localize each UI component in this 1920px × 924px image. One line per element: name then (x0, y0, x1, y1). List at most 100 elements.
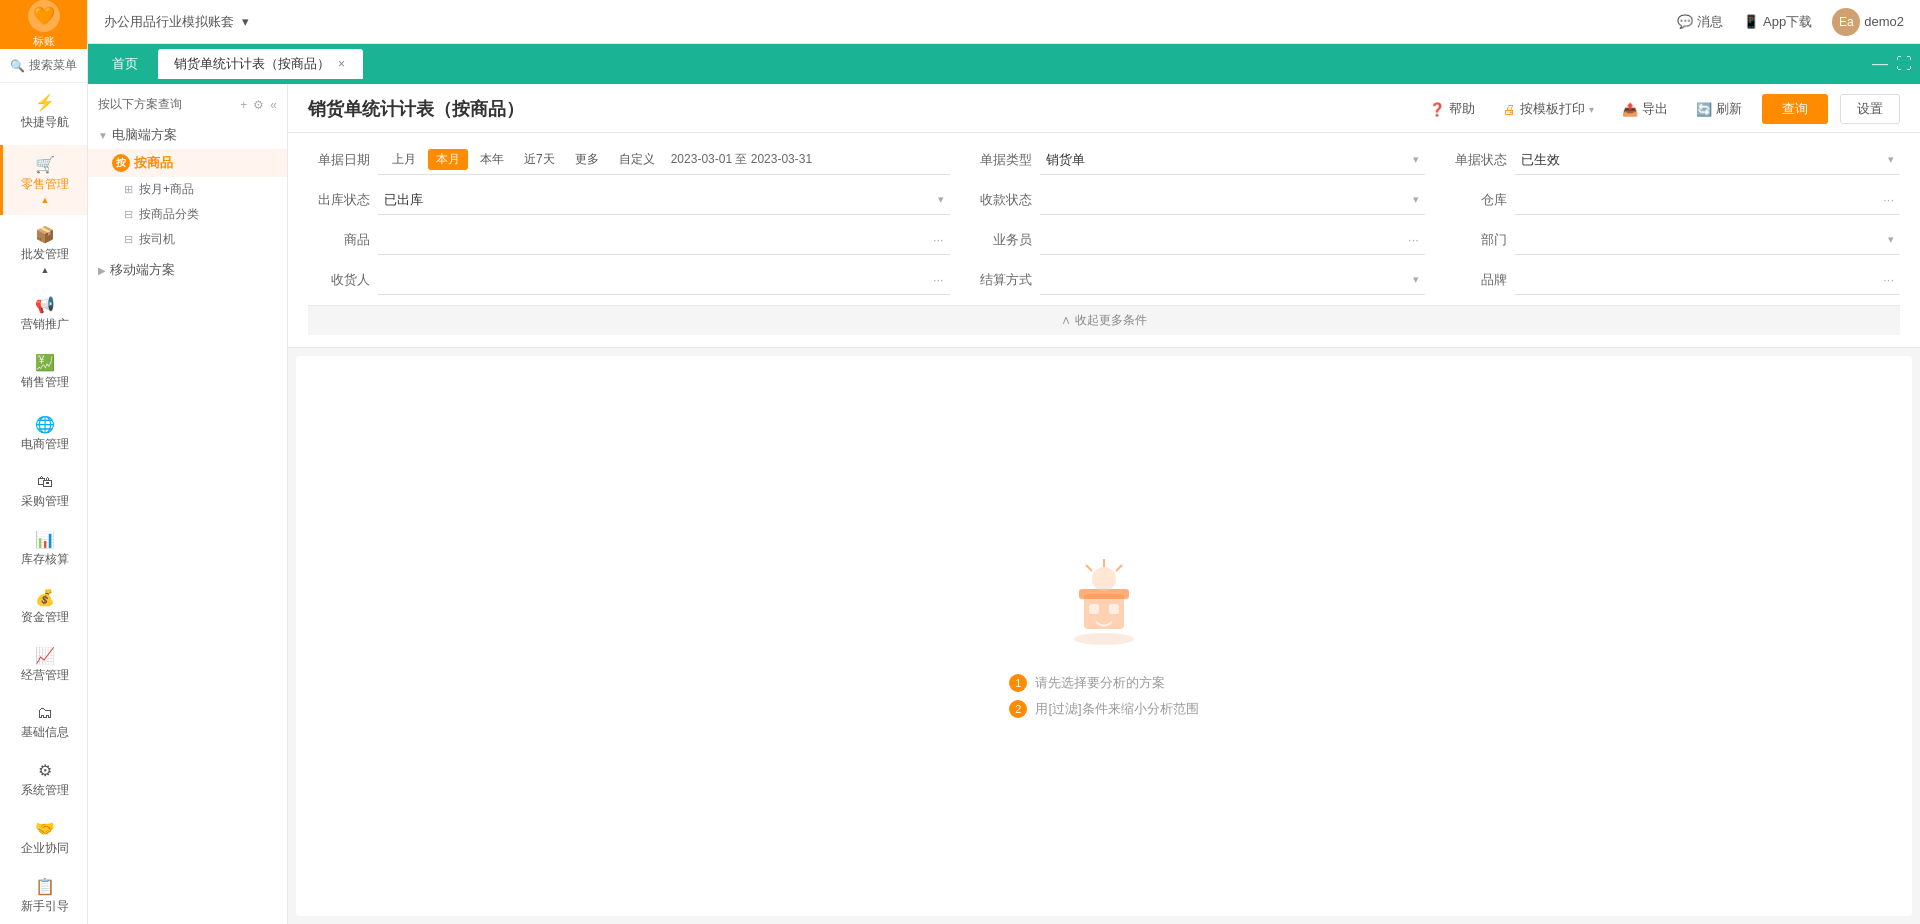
header-app-download[interactable]: 📱 App下载 (1743, 13, 1812, 31)
tip-num-1: 1 (1009, 674, 1027, 692)
refresh-button[interactable]: 🔄 刷新 (1688, 96, 1750, 122)
settlement-value[interactable]: ▾ (1040, 265, 1425, 295)
date-btn-7days[interactable]: 近7天 (516, 149, 563, 170)
filter-row-2: 出库状态 已出库 ▾ 收款状态 ▾ 仓库 ··· (308, 185, 1900, 215)
add-scheme-button[interactable]: + (240, 98, 247, 112)
settings-scheme-button[interactable]: ⚙ (253, 98, 264, 112)
date-btn-this-month[interactable]: 本月 (428, 149, 468, 170)
filter-area: 单据日期 上月 本月 本年 近7天 更多 自定义 2023-03-01 至 20… (288, 133, 1920, 348)
goods-value[interactable]: ··· (378, 225, 950, 255)
settlement-label: 结算方式 (970, 271, 1040, 289)
marketing-icon: 📢 (35, 295, 55, 314)
payment-status-value[interactable]: ▾ (1040, 185, 1425, 215)
sidebar-item-base[interactable]: 🗂 基础信息 (0, 694, 87, 751)
receiver-value[interactable]: ··· (378, 265, 950, 295)
left-panel-header: 按以下方案查询 + ⚙ « (88, 92, 287, 121)
order-type-label: 单据类型 (970, 151, 1040, 169)
sidebar-item-wholesale[interactable]: 📦 批发管理 ▲ (0, 215, 87, 285)
sidebar-item-inventory[interactable]: 📊 库存核算 (0, 520, 87, 578)
tree-section-pc: ▼ 电脑端方案 按 按商品 ⊞ 按月+商品 ⊟ 按商品分类 ⊟ 按司机 (88, 121, 287, 252)
tab-home[interactable]: 首页 (96, 49, 154, 79)
tree-subchild-driver[interactable]: ⊟ 按司机 (88, 227, 287, 252)
collapse-label: ∧ 收起更多条件 (1061, 313, 1146, 327)
help-button[interactable]: ❓ 帮助 (1421, 96, 1483, 122)
svg-rect-4 (1109, 604, 1119, 614)
goods-more-icon[interactable]: ··· (933, 232, 944, 247)
receiver-more-icon[interactable]: ··· (933, 272, 944, 287)
ecommerce-label: 电商管理 (21, 436, 69, 453)
page-title: 销货单统计计表（按商品） (308, 97, 524, 121)
operation-icon: 📈 (35, 646, 55, 665)
warehouse-value[interactable]: ··· (1515, 185, 1900, 215)
brand-more-icon[interactable]: ··· (1883, 272, 1894, 287)
salesperson-value[interactable]: ··· (1040, 225, 1425, 255)
date-filter-label: 单据日期 (308, 151, 378, 169)
sidebar-item-guide[interactable]: 📋 新手引导 (0, 867, 87, 924)
query-button[interactable]: 查询 (1762, 94, 1828, 124)
print-dropdown-icon: ▾ (1589, 104, 1594, 115)
sidebar-item-retail[interactable]: 🛒 零售管理 ▲ (0, 145, 87, 215)
payment-status-label: 收款状态 (970, 191, 1040, 209)
date-btn-this-year[interactable]: 本年 (472, 149, 512, 170)
header-dropdown-arrow[interactable]: ▾ (242, 14, 249, 29)
main-area: 办公用品行业模拟账套 ▾ 💬 消息 📱 App下载 Ea demo2 首页 (88, 0, 1920, 924)
date-btn-last-month[interactable]: 上月 (384, 149, 424, 170)
sidebar-logo[interactable]: 🧡 标账 (0, 0, 88, 49)
tab-maximize-button[interactable]: ⛶ (1896, 55, 1912, 73)
tree-subchild-category[interactable]: ⊟ 按商品分类 (88, 202, 287, 227)
delivery-status-text: 已出库 (384, 191, 423, 209)
date-btn-more[interactable]: 更多 (567, 149, 607, 170)
sidebar-item-system[interactable]: ⚙ 系统管理 (0, 751, 87, 809)
date-btn-custom[interactable]: 自定义 (611, 149, 663, 170)
tree-parent-mobile-label: 移动端方案 (110, 261, 175, 279)
goods-label: 商品 (308, 231, 378, 249)
tab-close-button[interactable]: × (336, 57, 347, 71)
sidebar-item-purchase[interactable]: 🛍 采购管理 (0, 463, 87, 520)
base-icon: 🗂 (37, 704, 53, 722)
department-value[interactable]: ▾ (1515, 225, 1900, 255)
sidebar-item-sales[interactable]: 💹 销售管理 (0, 343, 87, 401)
tree-child-by-goods[interactable]: 按 按商品 (88, 149, 287, 177)
tree-subchild-month-goods[interactable]: ⊞ 按月+商品 (88, 177, 287, 202)
tree-parent-pc[interactable]: ▼ 电脑端方案 (88, 121, 287, 149)
empty-tip-2: 2 用[过滤]条件来缩小分析范围 (1009, 700, 1198, 718)
message-icon: 💬 (1677, 14, 1693, 29)
sidebar-item-finance[interactable]: 💰 资金管理 (0, 578, 87, 636)
export-button[interactable]: 📤 导出 (1614, 96, 1676, 122)
filter-row-3: 商品 ··· 业务员 ··· 部门 ▾ (308, 225, 1900, 255)
tab-bar-right: — ⛶ (1872, 55, 1912, 73)
header-user[interactable]: Ea demo2 (1832, 8, 1904, 36)
order-status-value[interactable]: 已生效 ▾ (1515, 145, 1900, 175)
warehouse-more-icon[interactable]: ··· (1883, 192, 1894, 207)
date-filter-value: 上月 本月 本年 近7天 更多 自定义 2023-03-01 至 2023-03… (378, 145, 950, 175)
guide-icon: 📋 (35, 877, 55, 896)
tab-minimize-button[interactable]: — (1872, 55, 1888, 73)
collapse-panel-button[interactable]: « (270, 98, 277, 112)
sidebar-item-quick-nav[interactable]: ⚡ 快捷导航 (0, 83, 87, 141)
brand-value[interactable]: ··· (1515, 265, 1900, 295)
retail-label: 零售管理 (21, 176, 69, 193)
settings-button[interactable]: 设置 (1840, 94, 1900, 124)
order-type-value[interactable]: 销货单 ▾ (1040, 145, 1425, 175)
tree-parent-mobile[interactable]: ▶ 移动端方案 (88, 256, 287, 284)
empty-tip-1: 1 请先选择要分析的方案 (1009, 674, 1198, 692)
salesperson-more-icon[interactable]: ··· (1408, 232, 1419, 247)
tab-sales-stats[interactable]: 销货单统计计表（按商品） × (158, 49, 363, 79)
retail-icon: 🛒 (35, 155, 55, 174)
settlement-dropdown-icon: ▾ (1413, 273, 1419, 286)
quick-nav-icon: ⚡ (35, 93, 55, 112)
sidebar-search[interactable]: 🔍 搜索菜单 (0, 49, 87, 83)
header-title: 办公用品行业模拟账套 (104, 13, 234, 31)
header-message[interactable]: 💬 消息 (1677, 13, 1723, 31)
sidebar-item-marketing[interactable]: 📢 营销推广 (0, 285, 87, 343)
date-filter-options: 上月 本月 本年 近7天 更多 自定义 2023-03-01 至 2023-03… (384, 149, 812, 170)
sidebar-item-cooperation[interactable]: 🤝 企业协同 (0, 809, 87, 867)
chevron-right-icon: ▶ (98, 265, 106, 276)
print-button[interactable]: 🖨 按模板打印 ▾ (1495, 96, 1602, 122)
delivery-status-value[interactable]: 已出库 ▾ (378, 185, 950, 215)
sidebar-item-ecommerce[interactable]: 🌐 电商管理 (0, 405, 87, 463)
top-header: 办公用品行业模拟账套 ▾ 💬 消息 📱 App下载 Ea demo2 (88, 0, 1920, 44)
sidebar-item-operation[interactable]: 📈 经营管理 (0, 636, 87, 694)
finance-icon: 💰 (35, 588, 55, 607)
collapse-bar[interactable]: ∧ 收起更多条件 (308, 305, 1900, 335)
